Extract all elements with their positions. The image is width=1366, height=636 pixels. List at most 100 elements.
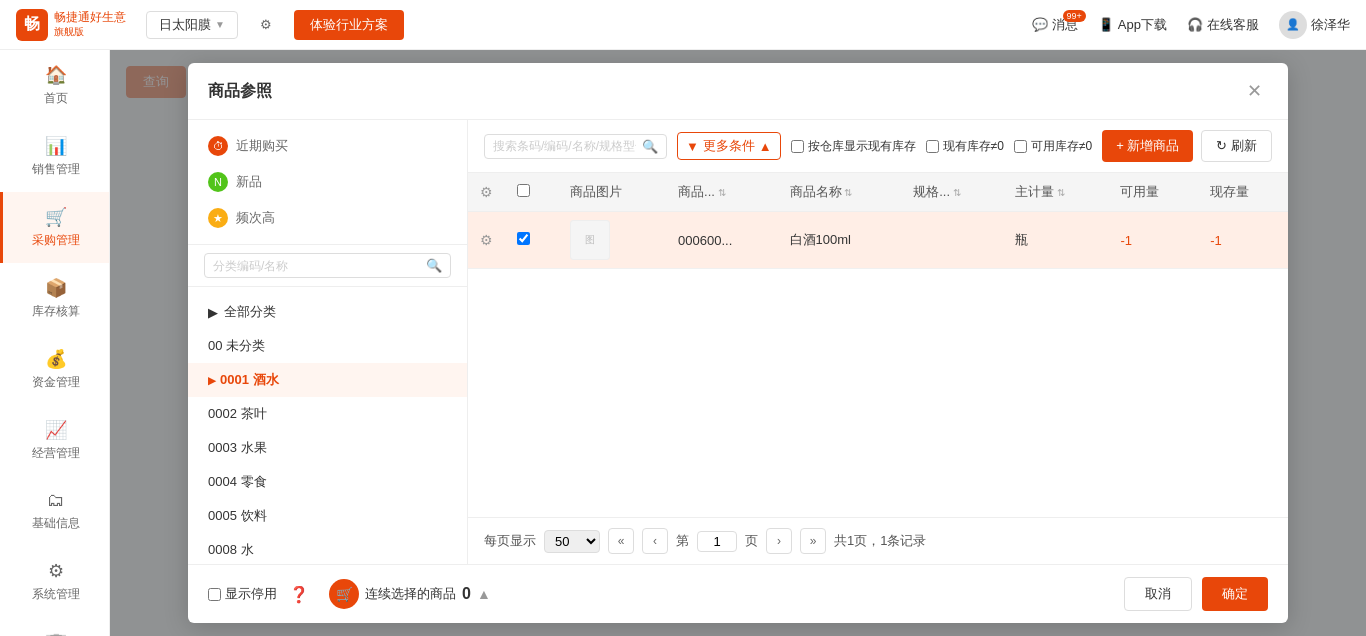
show-disabled-filter[interactable]: 显示停用 (208, 585, 277, 603)
usable-label: 可用库存≠0 (1031, 138, 1092, 155)
modal-title: 商品参照 (208, 81, 272, 102)
column-settings-icon[interactable]: ⚙ (480, 184, 493, 200)
modal-body: ⏱ 近期购买 N 新品 ★ 频次高 (188, 120, 1288, 564)
add-product-button[interactable]: + 新增商品 (1102, 130, 1193, 162)
messages-nav-item[interactable]: 💬 消息 99+ (1032, 16, 1078, 34)
sidebar-icon-basic: 🗂 (47, 490, 65, 511)
logo-text: 畅捷通好生意 (54, 10, 126, 26)
warehouse-checkbox[interactable] (791, 140, 804, 153)
col-image: 商品图片 (558, 173, 666, 212)
category-search-icon[interactable]: 🔍 (426, 258, 442, 273)
total-info: 共1页，1条记录 (834, 532, 926, 550)
refresh-button[interactable]: ↻ 刷新 (1201, 130, 1272, 162)
prev-page-button[interactable]: ‹ (642, 528, 668, 554)
trial-button[interactable]: 体验行业方案 (294, 10, 404, 40)
select-all-checkbox[interactable] (517, 184, 530, 197)
cart-area: 🛒 连续选择的商品 0 ▲ (329, 579, 491, 609)
usable-checkbox[interactable] (1014, 140, 1027, 153)
warehouse-filter[interactable]: 按仓库显示现有库存 (791, 138, 916, 155)
col-available: 可用量 (1108, 173, 1198, 212)
recent-label: 近期购买 (236, 137, 288, 155)
col-spec[interactable]: 规格... (901, 173, 1003, 212)
page-size-label: 每页显示 (484, 532, 536, 550)
col-unit[interactable]: 主计量 (1003, 173, 1108, 212)
cart-label: 连续选择的商品 (365, 585, 456, 603)
sidebar-item-basic[interactable]: 🗂基础信息 (0, 476, 109, 546)
filter-label: 更多条件 (703, 137, 755, 155)
next-page-button[interactable]: › (766, 528, 792, 554)
cancel-button[interactable]: 取消 (1124, 577, 1192, 611)
sidebar-icon-home: 🏠 (45, 64, 67, 86)
sidebar-item-purchase[interactable]: 🛒采购管理 (0, 192, 109, 263)
help-icon[interactable]: ❓ (289, 585, 309, 604)
category-item-0008[interactable]: 0008 水 (188, 533, 467, 564)
modal-overlay: 商品参照 ✕ ⏱ 近期购买 N (110, 50, 1366, 636)
available-label: 现有库存≠0 (943, 138, 1004, 155)
category-all[interactable]: ▶全部分类 (188, 295, 467, 329)
settings-button[interactable]: ⚙ (250, 9, 282, 41)
quick-recent[interactable]: ⏱ 近期购买 (188, 128, 467, 164)
page-size-select[interactable]: 50 10 20 100 (544, 530, 600, 553)
usable-filter[interactable]: 可用库存≠0 (1014, 138, 1092, 155)
sidebar-item-business[interactable]: 📈经营管理 (0, 405, 109, 476)
sidebar-item-sales[interactable]: 📊 销售管理 (0, 121, 109, 192)
last-page-button[interactable]: » (800, 528, 826, 554)
category-search-input[interactable] (213, 259, 420, 273)
sidebar-icon-inventory: 📦 (45, 277, 67, 299)
sidebar-label-inventory: 库存核算 (32, 303, 80, 320)
row-settings-icon[interactable]: ⚙ (480, 232, 493, 248)
sidebar-item-system[interactable]: ⚙系统管理 (0, 546, 109, 617)
store-select[interactable]: 日太阳膜 ▼ (146, 11, 238, 39)
col-code[interactable]: 商品... (666, 173, 777, 212)
filter-icon: ▼ (686, 139, 699, 154)
sidebar-item-finance[interactable]: 💰资金管理 (0, 334, 109, 405)
top-nav: 畅 畅捷通好生意 旗舰版 日太阳膜 ▼ ⚙ 体验行业方案 💬 消息 99+ 📱 … (0, 0, 1366, 50)
category-item-0001[interactable]: ▶0001 酒水 (188, 363, 467, 397)
category-item-0003[interactable]: 0003 水果 (188, 431, 467, 465)
available-checkbox[interactable] (926, 140, 939, 153)
product-reference-modal: 商品参照 ✕ ⏱ 近期购买 N (188, 63, 1288, 623)
cart-collapse-icon[interactable]: ▲ (477, 586, 491, 602)
quick-new[interactable]: N 新品 (188, 164, 467, 200)
modal-header: 商品参照 ✕ (188, 63, 1288, 120)
sidebar: 🏠首页 📊 销售管理 🛒采购管理 📦 库存核算 💰资金管理📈经营管理🗂基础信息⚙系统管理🏢企… (0, 50, 110, 636)
first-page-button[interactable]: « (608, 528, 634, 554)
category-item-00[interactable]: 00 未分类 (188, 329, 467, 363)
show-disabled-checkbox[interactable] (208, 588, 221, 601)
sidebar-icon-purchase: 🛒 (45, 206, 67, 228)
cart-icon: 🛒 (329, 579, 359, 609)
sidebar-item-enterprise[interactable]: 🏢企业协同 (0, 617, 109, 636)
confirm-button[interactable]: 确定 (1202, 577, 1268, 611)
sidebar-item-inventory[interactable]: 📦 库存核算 (0, 263, 109, 334)
modal-close-button[interactable]: ✕ (1240, 77, 1268, 105)
sidebar-label-finance: 资金管理 (32, 374, 80, 391)
product-search-input[interactable] (493, 139, 636, 153)
table-row[interactable]: ⚙ 图 000600... 白酒100ml 瓶 -1 -1 (468, 212, 1288, 269)
col-name[interactable]: 商品名称 (778, 173, 902, 212)
sidebar-label-sales: 销售管理 (32, 161, 80, 178)
message-icon: 💬 (1032, 17, 1048, 32)
category-item-0005[interactable]: 0005 饮料 (188, 499, 467, 533)
new-label: 新品 (236, 173, 262, 191)
app-download-item[interactable]: 📱 App下载 (1098, 16, 1167, 34)
row-checkbox[interactable] (517, 232, 530, 245)
quick-freq[interactable]: ★ 频次高 (188, 200, 467, 236)
filter-collapse-icon: ▲ (759, 139, 772, 154)
col-checkbox (505, 173, 558, 212)
page-unit: 页 (745, 532, 758, 550)
user-area[interactable]: 👤 徐泽华 (1279, 11, 1350, 39)
sidebar-item-home[interactable]: 🏠首页 (0, 50, 109, 121)
online-service-item[interactable]: 🎧 在线客服 (1187, 16, 1259, 34)
freq-label: 频次高 (236, 209, 275, 227)
product-search-icon[interactable]: 🔍 (642, 139, 658, 154)
available-filter[interactable]: 现有库存≠0 (926, 138, 1004, 155)
page-input[interactable] (697, 531, 737, 552)
category-item-0004[interactable]: 0004 零食 (188, 465, 467, 499)
category-search-box: 🔍 (204, 253, 451, 278)
product-search-wrap: 🔍 (484, 134, 667, 159)
filter-button[interactable]: ▼ 更多条件 ▲ (677, 132, 781, 160)
category-item-0002[interactable]: 0002 茶叶 (188, 397, 467, 431)
sidebar-icon-business: 📈 (45, 419, 67, 441)
pagination-area: 每页显示 50 10 20 100 « ‹ 第 页 (468, 517, 1288, 564)
sidebar-icon-sales: 📊 (45, 135, 67, 157)
